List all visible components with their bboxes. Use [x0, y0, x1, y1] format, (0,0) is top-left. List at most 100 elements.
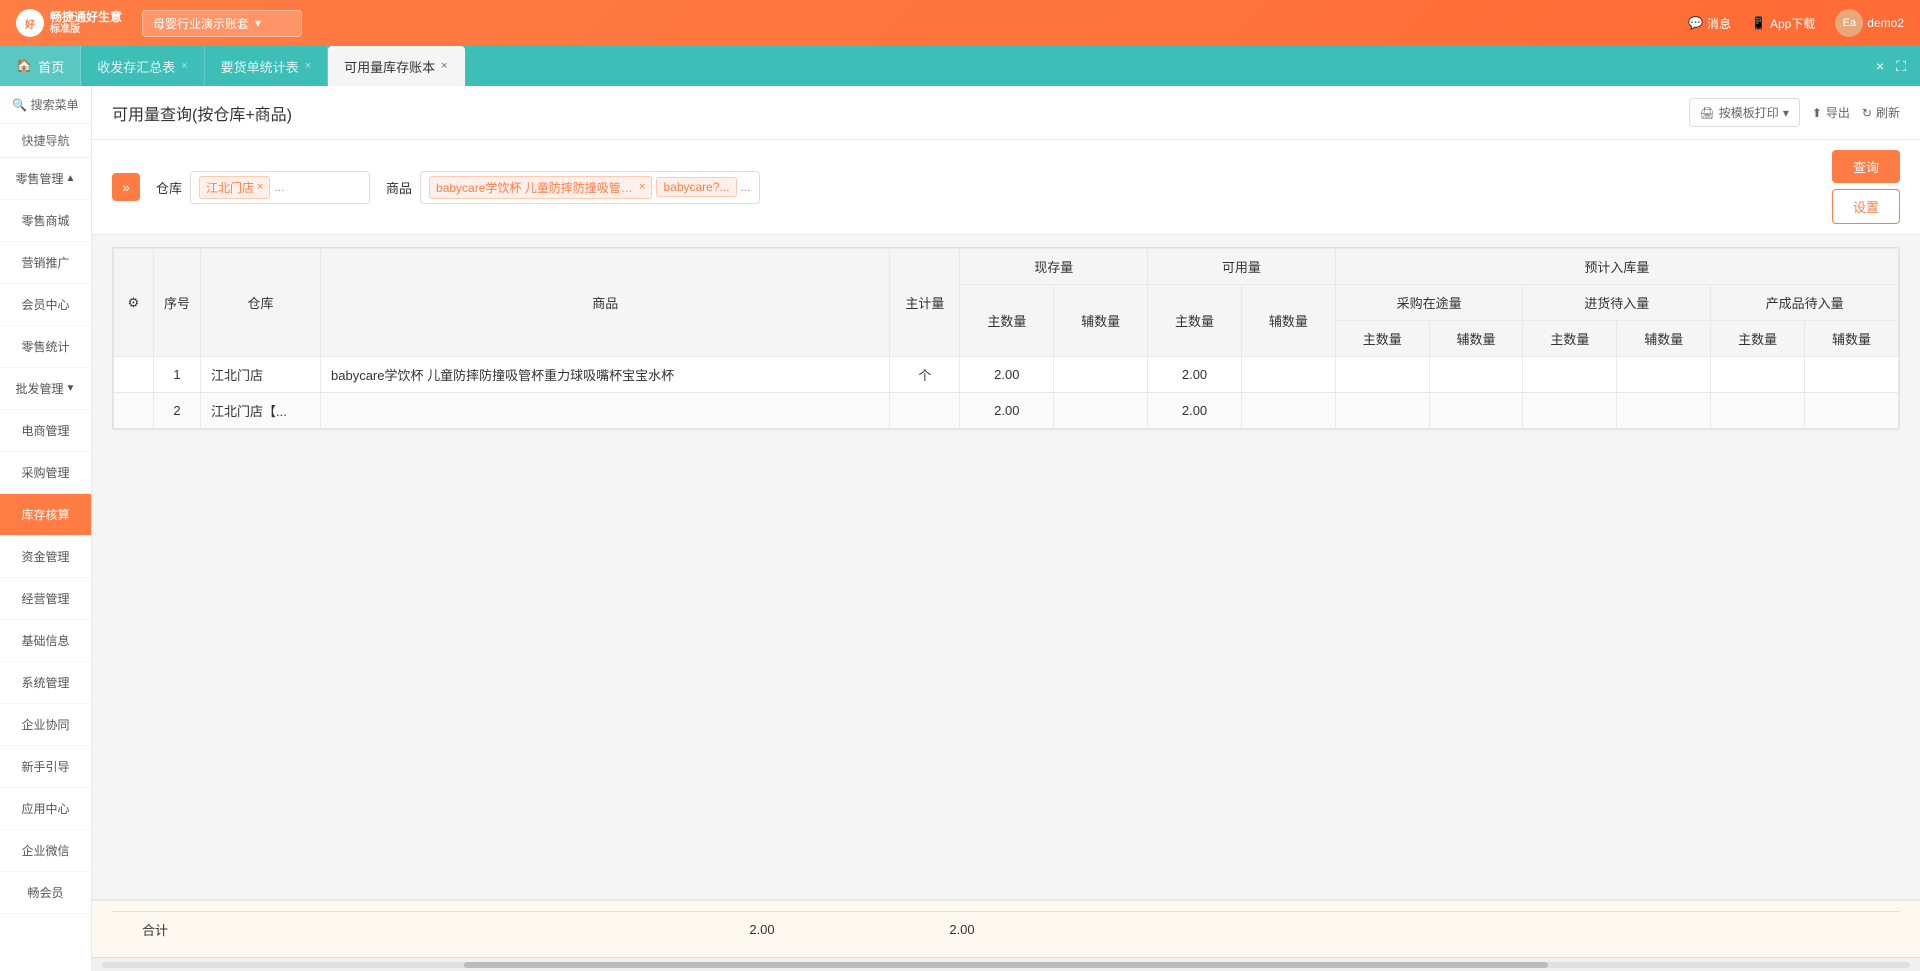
row2-settings — [114, 393, 154, 429]
sidebar-item-newbie[interactable]: 新手引导 — [0, 746, 91, 788]
setting-btn[interactable]: 设置 — [1832, 189, 1900, 224]
horizontal-scrollbar[interactable] — [92, 957, 1920, 971]
warehouse-filter-input[interactable]: 江北门店 × ... — [190, 171, 370, 204]
row1-settings — [114, 357, 154, 393]
refresh-btn[interactable]: ↻ 刷新 — [1862, 104, 1900, 121]
sidebar-item-wholesale[interactable]: 批发管理 ▼ — [0, 368, 91, 410]
app-download-btn[interactable]: 📱 App下载 — [1751, 15, 1815, 32]
sidebar-item-system[interactable]: 系统管理 — [0, 662, 91, 704]
row2-product — [321, 393, 890, 429]
print-btn[interactable]: 🖨 按模板打印 ▾ — [1689, 98, 1800, 127]
chevron-down-icon2: ▾ — [1783, 106, 1789, 120]
th-stock-main: 主数量 — [960, 285, 1054, 357]
scroll-thumb[interactable] — [464, 962, 1549, 968]
th-settings[interactable]: ⚙ — [114, 249, 154, 357]
row1-avail-main: 2.00 — [1148, 357, 1242, 393]
tab-available-stock[interactable]: 可用量库存账本 × — [328, 46, 464, 86]
scroll-track[interactable] — [102, 962, 1910, 968]
product-filter-group: 商品 babycare学饮杯 儿童防摔防撞吸管杯重力球吸嘴杯宝宝水杯 × bab… — [386, 171, 760, 204]
printer-icon: 🖨 — [1700, 106, 1715, 120]
chevron-icon: ▲ — [66, 173, 76, 184]
export-btn[interactable]: ⬆ 导出 — [1812, 104, 1850, 121]
download-icon: 📱 — [1751, 16, 1766, 30]
row2-incoming-aux — [1617, 393, 1711, 429]
sidebar-item-inventory[interactable]: 库存核算 — [0, 494, 91, 536]
sidebar-quick-nav[interactable]: 快捷导航 — [0, 124, 91, 158]
footer-avail-main: 2.00 — [912, 922, 1012, 937]
row2-seq: 2 — [154, 393, 201, 429]
sidebar-item-enterprise[interactable]: 企业协同 — [0, 704, 91, 746]
tab-close-available-stock[interactable]: × — [441, 60, 447, 72]
row2-warehouse: 江北门店【... — [201, 393, 321, 429]
user-profile[interactable]: Ea demo2 — [1835, 9, 1904, 37]
tab-home[interactable]: 🏠 首页 — [0, 46, 81, 86]
sidebar-item-vip[interactable]: 畅会员 — [0, 872, 91, 914]
warehouse-filter-label: 仓库 — [156, 178, 182, 197]
data-table: ⚙ 序号 仓库 商品 主计量 现存量 可用量 预计入库量 主数量 辅数量 — [113, 248, 1899, 429]
table-row: 1 江北门店 babycare学饮杯 儿童防摔防撞吸管杯重力球吸嘴杯宝宝水杯 个… — [114, 357, 1899, 393]
home-icon: 🏠 — [16, 58, 32, 74]
th-product-pending: 产成品待入量 — [1711, 285, 1899, 321]
sidebar-item-member[interactable]: 会员中心 — [0, 284, 91, 326]
message-btn[interactable]: 💬 消息 — [1688, 15, 1731, 32]
table-row: 2 江北门店【... 2.00 2.00 — [114, 393, 1899, 429]
sidebar-item-retail[interactable]: 零售管理 ▲ — [0, 158, 91, 200]
product-tag1: babycare学饮杯 儿童防摔防撞吸管杯重力球吸嘴杯宝宝水杯 × — [429, 176, 652, 199]
row1-purchase-main — [1335, 357, 1429, 393]
th-current-stock: 现存量 — [960, 249, 1148, 285]
th-product: 商品 — [321, 249, 890, 357]
logo-text: 畅捷通好生意 标准版 — [50, 10, 122, 36]
filter-bar: » 仓库 江北门店 × ... 商品 babycare学饮杯 儿童防摔防撞吸管杯… — [92, 140, 1920, 235]
search-icon: 🔍 — [12, 98, 27, 112]
page-title: 可用量查询(按仓库+商品) — [112, 101, 292, 125]
sidebar-item-retail-stat[interactable]: 零售统计 — [0, 326, 91, 368]
row1-purchase-aux — [1429, 357, 1523, 393]
industry-selector[interactable]: 母婴行业演示账套 ▾ — [142, 10, 302, 37]
tab-order-stat[interactable]: 要货单统计表 × — [205, 46, 328, 86]
sidebar-item-retail-mall[interactable]: 零售商城 — [0, 200, 91, 242]
sidebar-item-app-center[interactable]: 应用中心 — [0, 788, 91, 830]
table-container: ⚙ 序号 仓库 商品 主计量 现存量 可用量 预计入库量 主数量 辅数量 — [92, 235, 1920, 899]
query-btn[interactable]: 查询 — [1832, 150, 1900, 183]
tab-close-receive[interactable]: × — [181, 60, 187, 72]
warehouse-filter-group: 仓库 江北门店 × ... — [156, 171, 370, 204]
row2-product-main — [1711, 393, 1805, 429]
th-product-aux: 辅数量 — [1805, 321, 1899, 357]
sidebar-item-basic[interactable]: 基础信息 — [0, 620, 91, 662]
sidebar-search[interactable]: 🔍 搜索菜单 — [0, 86, 91, 124]
sidebar-item-finance[interactable]: 资金管理 — [0, 536, 91, 578]
th-incoming-aux: 辅数量 — [1617, 321, 1711, 357]
row2-stock-aux — [1054, 393, 1148, 429]
sidebar-item-operation[interactable]: 经营管理 — [0, 578, 91, 620]
th-stock-aux: 辅数量 — [1054, 285, 1148, 357]
logo-icon: 好 — [16, 9, 44, 37]
app-logo: 好 畅捷通好生意 标准版 — [16, 9, 122, 37]
product-filter-input[interactable]: babycare学饮杯 儿童防摔防撞吸管杯重力球吸嘴杯宝宝水杯 × babyca… — [420, 171, 760, 204]
expand-btn[interactable]: ⛶ — [1892, 54, 1910, 79]
sidebar: 🔍 搜索菜单 快捷导航 零售管理 ▲ 零售商城 营销推广 会员中心 零售统计 批… — [0, 86, 92, 971]
sidebar-item-ecommerce[interactable]: 电商管理 — [0, 410, 91, 452]
tab-close-order-stat[interactable]: × — [305, 60, 311, 72]
filter-more-indicator: ... — [274, 180, 284, 194]
close-all-tabs-btn[interactable]: × — [1872, 54, 1888, 78]
sidebar-item-purchase[interactable]: 采购管理 — [0, 452, 91, 494]
tab-receive[interactable]: 收发存汇总表 × — [81, 46, 204, 86]
th-avail-main: 主数量 — [1148, 285, 1242, 357]
row1-product-main — [1711, 357, 1805, 393]
row2-purchase-aux — [1429, 393, 1523, 429]
message-icon: 💬 — [1688, 16, 1703, 30]
sidebar-item-enterprise-wechat[interactable]: 企业微信 — [0, 830, 91, 872]
product-tag1-close[interactable]: × — [639, 181, 645, 193]
th-product-main: 主数量 — [1711, 321, 1805, 357]
th-incoming-main: 主数量 — [1523, 321, 1617, 357]
tab-actions: × ⛶ — [1862, 46, 1920, 86]
chevron-icon2: ▼ — [66, 383, 76, 394]
warehouse-tag-close[interactable]: × — [257, 181, 263, 193]
th-purchase-transit: 采购在途量 — [1335, 285, 1523, 321]
sidebar-item-marketing[interactable]: 营销推广 — [0, 242, 91, 284]
page-actions: 🖨 按模板打印 ▾ ⬆ 导出 ↻ 刷新 — [1689, 98, 1900, 127]
row1-product-aux — [1805, 357, 1899, 393]
row1-stock-aux — [1054, 357, 1148, 393]
filter-buttons: 查询 设置 — [1832, 150, 1900, 224]
filter-toggle-btn[interactable]: » — [112, 173, 140, 201]
